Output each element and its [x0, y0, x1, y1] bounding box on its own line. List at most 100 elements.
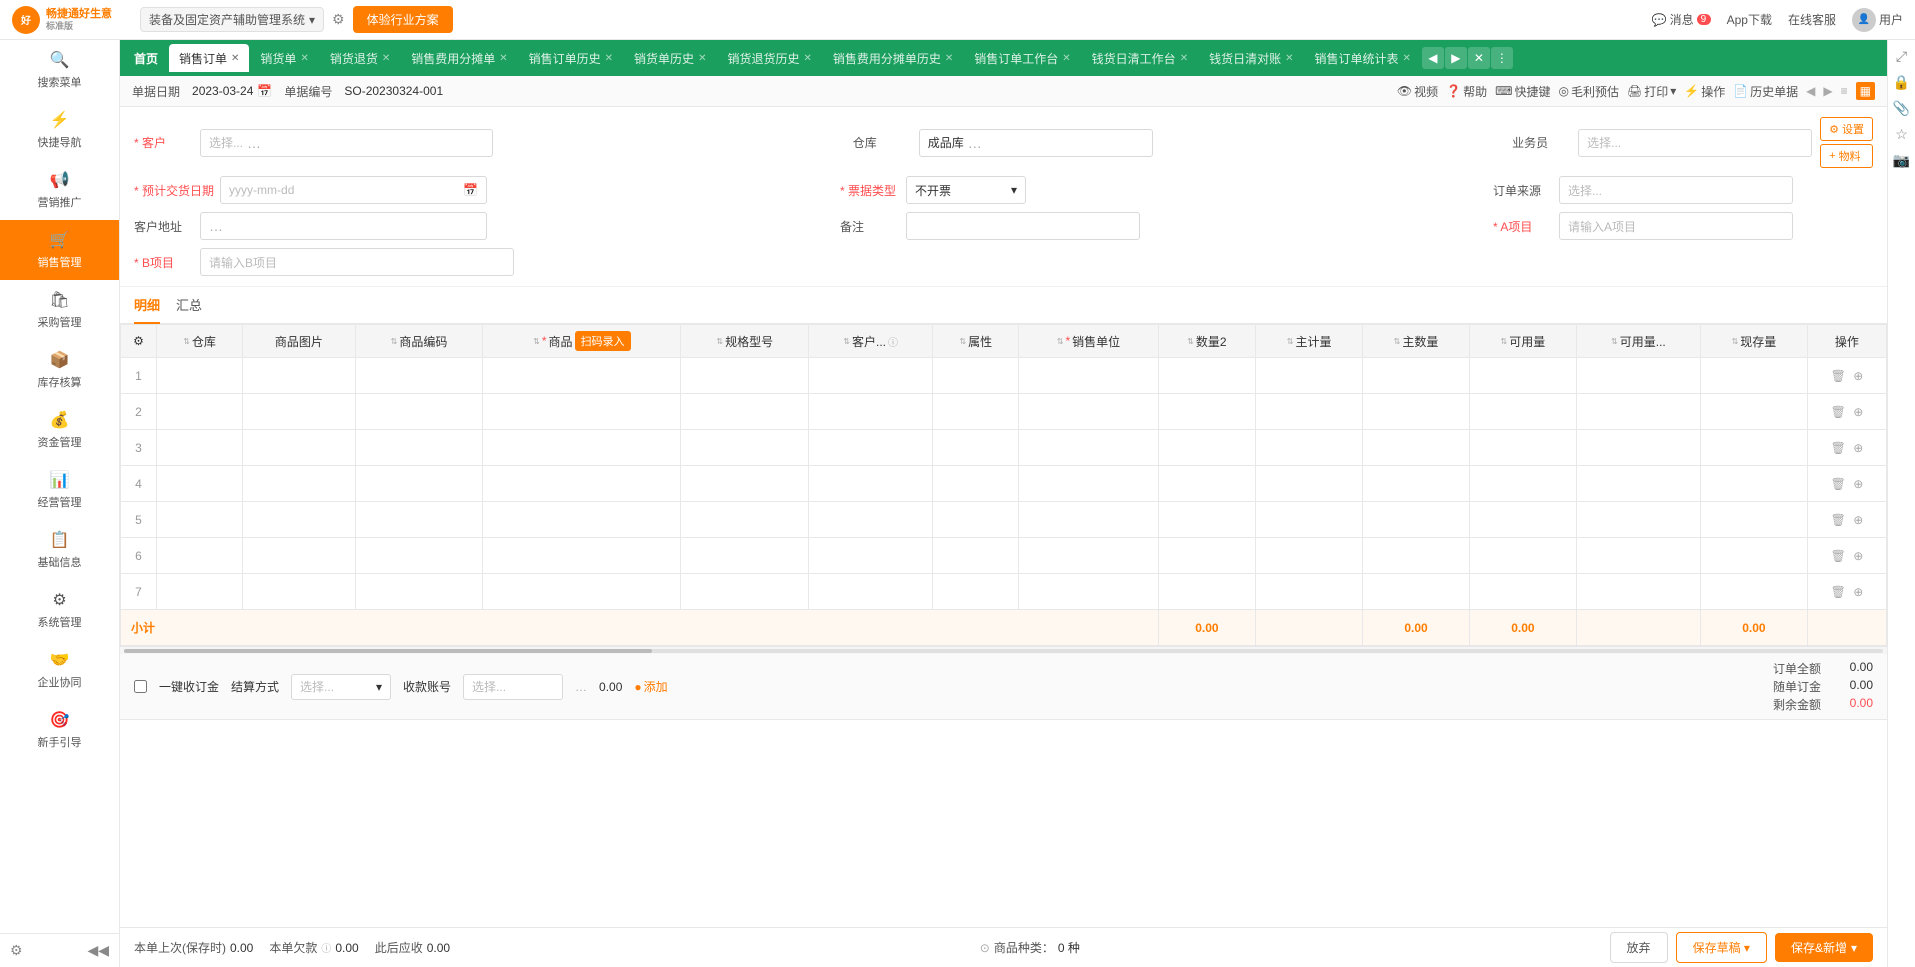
collapse-icon[interactable]: ◀◀	[87, 942, 109, 959]
cell-warehouse[interactable]	[157, 502, 243, 538]
cell-attribute[interactable]	[933, 430, 1019, 466]
delete-icon[interactable]: 🗑	[1831, 477, 1846, 491]
cell-attribute[interactable]	[933, 466, 1019, 502]
remark-input[interactable]	[906, 212, 1140, 240]
sidebar-item-purchase[interactable]: 🛍 采购管理	[0, 280, 119, 340]
cell-customer-code[interactable]	[809, 502, 933, 538]
cell-available[interactable]	[1469, 394, 1576, 430]
quick-deposit-checkbox[interactable]	[134, 680, 147, 693]
cell-unit[interactable]	[1019, 538, 1158, 574]
cell-main-unit[interactable]	[1256, 358, 1363, 394]
warehouse-input[interactable]: 成品库 …	[919, 129, 1153, 157]
cell-unit[interactable]	[1019, 358, 1158, 394]
sidebar-item-sales[interactable]: 🛒 销售管理	[0, 220, 119, 280]
sidebar-item-guide[interactable]: 🎯 新手引导	[0, 700, 119, 760]
cell-spec[interactable]	[681, 574, 809, 610]
cell-qty2[interactable]	[1158, 358, 1256, 394]
tab-close-icon[interactable]: ✕	[803, 53, 811, 64]
scan-btn[interactable]: 扫码录入	[575, 331, 631, 351]
cell-main-unit[interactable]	[1256, 394, 1363, 430]
cell-attribute[interactable]	[933, 538, 1019, 574]
tab-close-icon[interactable]: ✕	[1285, 53, 1293, 64]
cell-image[interactable]	[243, 574, 356, 610]
cell-image[interactable]	[243, 502, 356, 538]
save-draft-btn[interactable]: 保存草稿 ▾	[1676, 932, 1767, 963]
delete-icon[interactable]: 🗑	[1831, 549, 1846, 563]
tab-summary[interactable]: 汇总	[176, 287, 202, 324]
cell-unit[interactable]	[1019, 430, 1158, 466]
tab-close-icon[interactable]: ✕	[698, 53, 706, 64]
cell-customer-code[interactable]	[809, 430, 933, 466]
cell-attribute[interactable]	[933, 394, 1019, 430]
tab-close-all-btn[interactable]: ✕	[1468, 47, 1490, 69]
cell-stock[interactable]	[1701, 538, 1808, 574]
grid-view-icon[interactable]: ≡	[1841, 84, 1848, 98]
view-btn[interactable]: 👁 视频	[1397, 83, 1438, 100]
cell-available[interactable]	[1469, 502, 1576, 538]
cell-main-unit[interactable]	[1256, 574, 1363, 610]
tab-invoice-history[interactable]: 销货单历史 ✕	[624, 44, 716, 72]
customer-input[interactable]: 选择... …	[200, 129, 493, 157]
cell-main-unit[interactable]	[1256, 430, 1363, 466]
cell-name[interactable]	[483, 358, 681, 394]
cell-qty2[interactable]	[1158, 466, 1256, 502]
sort-icon[interactable]: ⇅	[1732, 337, 1739, 346]
sidebar-item-collab[interactable]: 🤝 企业协同	[0, 640, 119, 700]
cell-spec[interactable]	[681, 430, 809, 466]
tab-home[interactable]: 首页	[124, 44, 168, 72]
print-btn[interactable]: 🖨 打印 ▾	[1627, 83, 1676, 100]
cell-code[interactable]	[355, 538, 483, 574]
tab-order-history[interactable]: 销售订单历史 ✕	[519, 44, 623, 72]
material-float-btn[interactable]: + 物料	[1820, 144, 1873, 168]
system-selector[interactable]: 装备及固定资产辅助管理系统 ▾	[140, 7, 324, 32]
save-new-btn[interactable]: 保存&新增 ▾	[1775, 933, 1873, 962]
cell-image[interactable]	[243, 466, 356, 502]
cell-available[interactable]	[1469, 538, 1576, 574]
cell-customer-code[interactable]	[809, 466, 933, 502]
cell-available2[interactable]	[1576, 538, 1700, 574]
help-btn[interactable]: ❓ 帮助	[1446, 83, 1487, 100]
cell-name[interactable]	[483, 502, 681, 538]
delete-icon[interactable]: 🗑	[1831, 441, 1846, 455]
profit-btn[interactable]: ◎ 毛利预估	[1558, 83, 1619, 100]
cell-code[interactable]	[355, 394, 483, 430]
cell-warehouse[interactable]	[157, 430, 243, 466]
card-view-icon[interactable]: ▦	[1856, 82, 1875, 100]
shortcut-btn[interactable]: ⌨ 快捷键	[1495, 83, 1550, 100]
cell-main-qty[interactable]	[1363, 394, 1470, 430]
cell-main-qty[interactable]	[1363, 466, 1470, 502]
cell-available2[interactable]	[1576, 430, 1700, 466]
copy-icon[interactable]: ⊕	[1853, 369, 1863, 383]
sort-icon[interactable]: ⇅	[1057, 337, 1064, 346]
copy-icon[interactable]: ⊕	[1853, 441, 1863, 455]
settings-icon[interactable]: ⚙	[332, 11, 345, 28]
cell-main-qty[interactable]	[1363, 430, 1470, 466]
sidebar-item-inventory[interactable]: 📦 库存核算	[0, 340, 119, 400]
sort-icon[interactable]: ⇅	[843, 337, 850, 346]
cell-code[interactable]	[355, 502, 483, 538]
cell-stock[interactable]	[1701, 358, 1808, 394]
cell-stock[interactable]	[1701, 574, 1808, 610]
tab-detail[interactable]: 明细	[134, 287, 160, 324]
tab-close-icon[interactable]: ✕	[1180, 53, 1188, 64]
sidebar-item-system[interactable]: ⚙ 系统管理	[0, 580, 119, 640]
cell-qty2[interactable]	[1158, 430, 1256, 466]
scroll-bar[interactable]	[120, 646, 1887, 654]
cell-customer-code[interactable]	[809, 574, 933, 610]
copy-icon[interactable]: ⊕	[1853, 549, 1863, 563]
cell-main-unit[interactable]	[1256, 466, 1363, 502]
tab-close-icon[interactable]: ✕	[605, 53, 613, 64]
operation-btn[interactable]: ⚡ 操作	[1684, 83, 1725, 100]
cell-warehouse[interactable]	[157, 466, 243, 502]
cell-main-qty[interactable]	[1363, 502, 1470, 538]
star-right-icon[interactable]: ☆	[1890, 122, 1914, 146]
address-more-icon[interactable]: …	[209, 218, 223, 234]
sort-icon[interactable]: ⇅	[959, 337, 966, 346]
cell-name[interactable]	[483, 394, 681, 430]
cell-attribute[interactable]	[933, 574, 1019, 610]
cell-available2[interactable]	[1576, 358, 1700, 394]
cell-available[interactable]	[1469, 358, 1576, 394]
scan-right-icon[interactable]: 📷	[1890, 148, 1914, 172]
app-download-btn[interactable]: App下载	[1727, 11, 1772, 28]
sidebar-item-search[interactable]: 🔍 搜索菜单	[0, 40, 119, 100]
